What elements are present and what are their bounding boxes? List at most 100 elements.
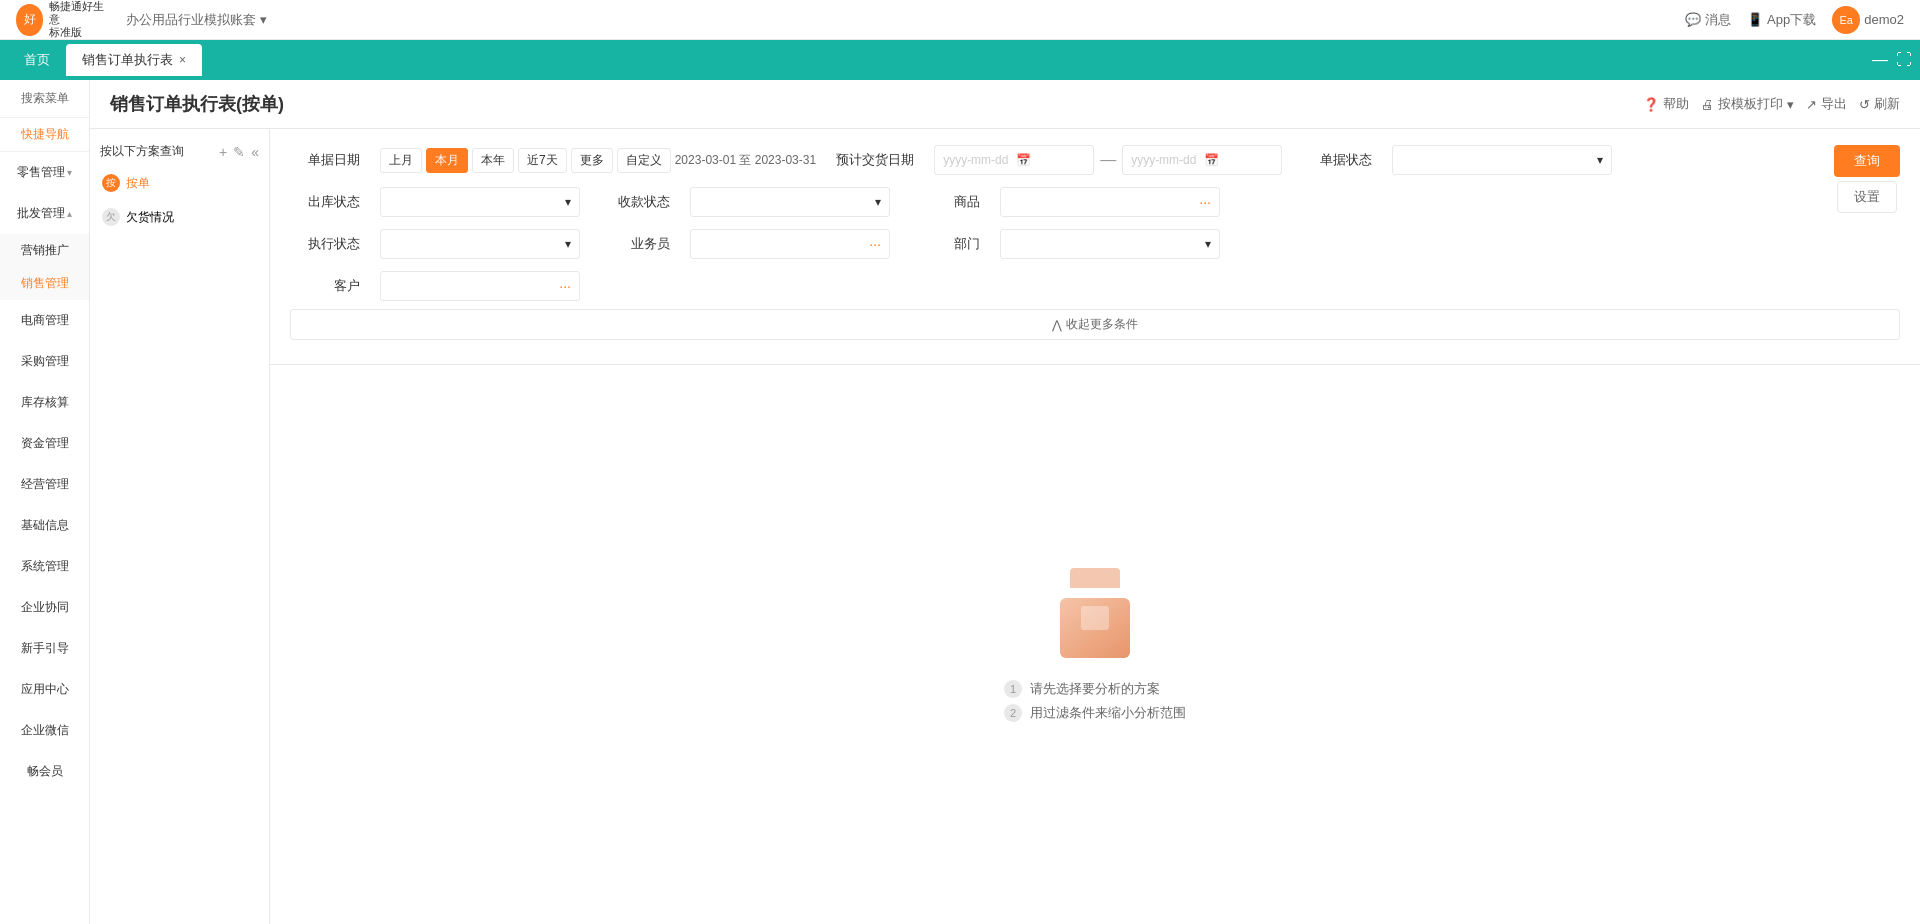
product-select[interactable]: ··· (1000, 187, 1220, 217)
page-title: 销售订单执行表(按单) (110, 92, 1643, 116)
setting-button[interactable]: 设置 (1837, 181, 1897, 213)
filter-block: 单据日期 上月 本月 本年 近7天 更多 自定义 2023-03-01 至 20… (290, 145, 1900, 301)
action-buttons: 查询 设置 (1818, 145, 1900, 213)
sidebar-item-sales[interactable]: 销售管理 (0, 267, 89, 300)
customer-more-icon[interactable]: ··· (559, 278, 571, 294)
sidebar: 搜索菜单 快捷导航 零售管理▾ 批发管理▴ 营销推广 销售管理 电商管理 采购管… (0, 80, 90, 924)
exec-status-select[interactable]: ▾ (380, 229, 580, 259)
sidebar-item-ecommerce[interactable]: 电商管理 (0, 300, 89, 341)
sidebar-item-marketing[interactable]: 营销推广 (0, 234, 89, 267)
product-more-icon[interactable]: ··· (1199, 194, 1211, 210)
page-header: 销售订单执行表(按单) ❓ 帮助 🖨 按模板打印 ▾ ↗ 导出 ↺ 刷新 (90, 80, 1920, 129)
department-label: 部门 (910, 235, 980, 253)
add-scheme-button[interactable]: + (219, 144, 227, 160)
scheme-icon-欠货情况: 欠 (102, 208, 120, 226)
bill-status-chevron-icon: ▾ (1597, 153, 1603, 167)
sidebar-item-member[interactable]: 畅会员 (0, 751, 89, 792)
empty-hints: 1 请先选择要分析的方案 2 用过滤条件来缩小分析范围 (1004, 680, 1186, 722)
print-icon: 🖨 (1701, 97, 1714, 112)
expected-date-start-input[interactable]: yyyy-mm-dd 📅 (934, 145, 1094, 175)
delivery-status-select[interactable]: ▾ (380, 187, 580, 217)
right-content: 单据日期 上月 本月 本年 近7天 更多 自定义 2023-03-01 至 20… (270, 129, 1920, 924)
hint-num-1: 1 (1004, 680, 1022, 698)
calendar-start-icon[interactable]: 📅 (1016, 153, 1031, 167)
scheme-item-欠货情况[interactable]: 欠 欠货情况 (90, 200, 269, 234)
sidebar-item-basic[interactable]: 基础信息 (0, 505, 89, 546)
date-dash: — (1100, 151, 1116, 169)
tab-window-controls: — ⛶ (1872, 51, 1912, 69)
message-action[interactable]: 💬 消息 (1685, 11, 1731, 29)
date-btn-last-month[interactable]: 上月 (380, 148, 422, 173)
bill-status-label: 单据状态 (1302, 151, 1372, 169)
edit-scheme-button[interactable]: ✎ (233, 144, 245, 160)
topbar-actions: 💬 消息 📱 App下载 Ea demo2 (1685, 6, 1904, 34)
sidebar-item-inventory[interactable]: 库存核算 (0, 382, 89, 423)
department-select[interactable]: ▾ (1000, 229, 1220, 259)
minimize-icon[interactable]: — (1872, 51, 1888, 69)
delivery-status-label: 出库状态 (290, 193, 360, 211)
calendar-end-icon[interactable]: 📅 (1204, 153, 1219, 167)
collapse-panel-button[interactable]: « (251, 144, 259, 160)
export-icon: ↗ (1806, 97, 1817, 112)
expected-date-control: yyyy-mm-dd 📅 — yyyy-mm-dd 📅 (934, 145, 1282, 175)
export-button[interactable]: ↗ 导出 (1806, 95, 1847, 113)
app-download-action[interactable]: 📱 App下载 (1747, 11, 1816, 29)
query-button[interactable]: 查询 (1834, 145, 1900, 177)
empty-hint-1: 1 请先选择要分析的方案 (1004, 680, 1186, 698)
sidebar-item-operation[interactable]: 经营管理 (0, 464, 89, 505)
user-menu[interactable]: Ea demo2 (1832, 6, 1904, 34)
date-btn-this-month[interactable]: 本月 (426, 148, 468, 173)
sidebar-item-wholesale[interactable]: 批发管理▴ (0, 193, 89, 234)
refresh-icon: ↺ (1859, 97, 1870, 112)
expected-date-end-input[interactable]: yyyy-mm-dd 📅 (1122, 145, 1282, 175)
collection-status-select[interactable]: ▾ (690, 187, 890, 217)
product-label: 商品 (910, 193, 980, 211)
app-icon: 📱 (1747, 12, 1763, 27)
sidebar-item-retail[interactable]: 零售管理▾ (0, 152, 89, 193)
sidebar-item-purchase[interactable]: 采购管理 (0, 341, 89, 382)
help-icon: ❓ (1643, 97, 1659, 112)
maximize-icon[interactable]: ⛶ (1896, 51, 1912, 69)
date-btn-7days[interactable]: 近7天 (518, 148, 567, 173)
date-label: 单据日期 (290, 151, 360, 169)
sidebar-item-newuser[interactable]: 新手引导 (0, 628, 89, 669)
bill-status-select[interactable]: ▾ (1392, 145, 1612, 175)
date-btn-more[interactable]: 更多 (571, 148, 613, 173)
sidebar-item-wechat[interactable]: 企业微信 (0, 710, 89, 751)
collection-status-label: 收款状态 (600, 193, 670, 211)
message-icon: 💬 (1685, 12, 1701, 27)
salesperson-more-icon[interactable]: ··· (869, 236, 881, 252)
tab-home[interactable]: 首页 (8, 44, 66, 76)
salesperson-select[interactable]: ··· (690, 229, 890, 259)
hint-num-2: 2 (1004, 704, 1022, 722)
content-area: 销售订单执行表(按单) ❓ 帮助 🖨 按模板打印 ▾ ↗ 导出 ↺ 刷新 (90, 80, 1920, 924)
date-btn-this-year[interactable]: 本年 (472, 148, 514, 173)
sidebar-item-appcenter[interactable]: 应用中心 (0, 669, 89, 710)
main-layout: 搜索菜单 快捷导航 零售管理▾ 批发管理▴ 营销推广 销售管理 电商管理 采购管… (0, 80, 1920, 924)
date-btn-custom[interactable]: 自定义 (617, 148, 671, 173)
breadcrumb[interactable]: 办公用品行业模拟账套 ▾ (126, 11, 1665, 29)
template-print-button[interactable]: 🖨 按模板打印 ▾ (1701, 95, 1794, 113)
scheme-icon-按单: 按 (102, 174, 120, 192)
collapse-more-button[interactable]: ⋀ 收起更多条件 (290, 309, 1900, 340)
template-print-arrow-icon: ▾ (1787, 97, 1794, 112)
expected-date-label: 预计交货日期 (836, 151, 914, 169)
help-button[interactable]: ❓ 帮助 (1643, 95, 1689, 113)
filter-row-3: 执行状态 ▾ 业务员 ··· 部门 (290, 229, 1818, 259)
sidebar-quick-nav[interactable]: 快捷导航 (0, 118, 89, 152)
department-chevron-icon: ▾ (1205, 237, 1211, 251)
tab-close-icon[interactable]: × (179, 53, 186, 67)
collapse-icon: ⋀ (1052, 318, 1062, 332)
scheme-item-按单[interactable]: 按 按单 (90, 166, 269, 200)
sidebar-search[interactable]: 搜索菜单 (0, 80, 89, 118)
filter-row-1: 单据日期 上月 本月 本年 近7天 更多 自定义 2023-03-01 至 20… (290, 145, 1818, 175)
sidebar-item-finance[interactable]: 资金管理 (0, 423, 89, 464)
sidebar-item-cooperation[interactable]: 企业协同 (0, 587, 89, 628)
customer-select[interactable]: ··· (380, 271, 580, 301)
date-filter: 上月 本月 本年 近7天 更多 自定义 2023-03-01 至 2023-03… (380, 148, 816, 173)
exec-status-chevron-icon: ▾ (565, 237, 571, 251)
refresh-button[interactable]: ↺ 刷新 (1859, 95, 1900, 113)
tab-sales-order[interactable]: 销售订单执行表 × (66, 44, 202, 76)
date-range-display: 2023-03-01 至 2023-03-31 (675, 152, 816, 169)
sidebar-item-system[interactable]: 系统管理 (0, 546, 89, 587)
